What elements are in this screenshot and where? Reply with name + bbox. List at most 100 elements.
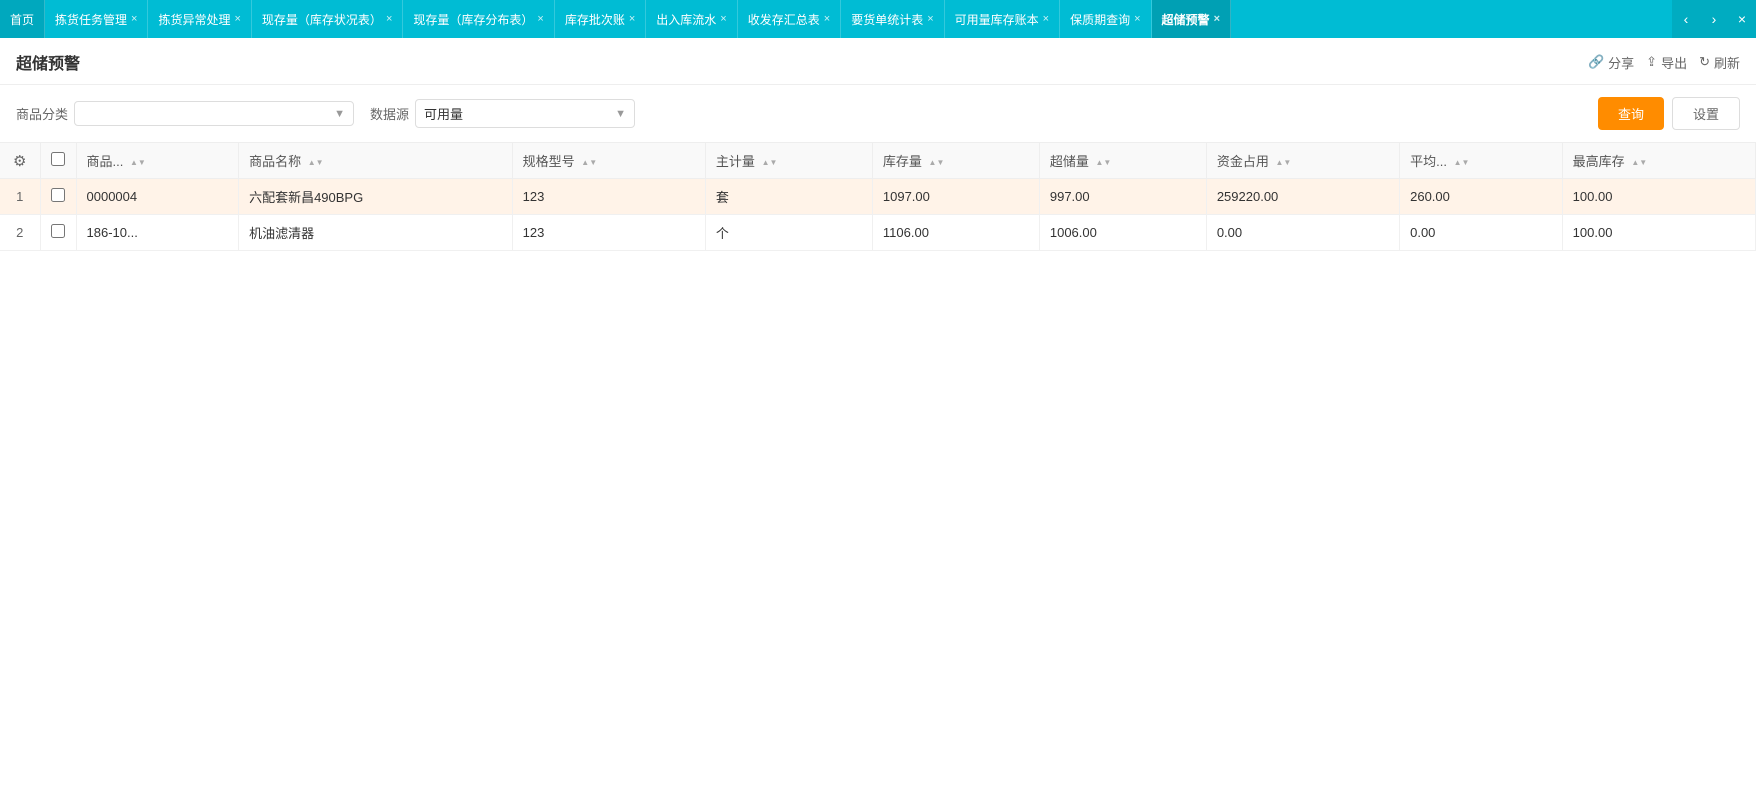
nav-tab-3-close[interactable]: × <box>386 13 392 25</box>
datasource-select-value: 可用量 <box>424 104 609 123</box>
table-row: 1 0000004 六配套新昌490BPG 123 套 1097.00 997.… <box>0 179 1756 215</box>
select-all-checkbox[interactable] <box>51 152 65 166</box>
row-spec: 123 <box>512 215 705 251</box>
sort-icon-5: ▲▼ <box>1096 159 1112 167</box>
page-title: 超储预警 <box>16 50 80 74</box>
top-nav: 首页 拣货任务管理 × 拣货异常处理 × 现存量（库存状况表） × 现存量（库存… <box>0 0 1756 38</box>
nav-tab-6[interactable]: 出入库流水 × <box>646 0 737 38</box>
nav-tab-9-label: 可用量库存账本 <box>955 11 1039 28</box>
sort-icon-0: ▲▼ <box>130 159 146 167</box>
nav-tab-3[interactable]: 现存量（库存状况表） × <box>252 0 403 38</box>
nav-tab-4-label: 现存量（库存分布表） <box>413 11 533 28</box>
nav-tab-11-close[interactable]: × <box>1214 13 1220 25</box>
nav-tab-home[interactable]: 首页 <box>0 0 45 38</box>
sort-icon-7: ▲▼ <box>1454 159 1470 167</box>
nav-tab-5-close[interactable]: × <box>629 13 635 25</box>
sort-icon-4: ▲▼ <box>929 159 945 167</box>
nav-tab-8-close[interactable]: × <box>927 13 933 25</box>
row-product-code: 0000004 <box>76 179 239 215</box>
share-button[interactable]: 🔗 分享 <box>1588 53 1634 72</box>
col-product-code[interactable]: 商品... ▲▼ <box>76 143 239 179</box>
nav-tab-1[interactable]: 拣货任务管理 × <box>45 0 148 38</box>
nav-tab-7-close[interactable]: × <box>824 13 830 25</box>
query-button[interactable]: 查询 <box>1598 97 1664 130</box>
col-stock[interactable]: 库存量 ▲▼ <box>872 143 1039 179</box>
col-max-stock[interactable]: 最高库存 ▲▼ <box>1562 143 1755 179</box>
category-label: 商品分类 <box>16 104 68 123</box>
col-spec[interactable]: 规格型号 ▲▼ <box>512 143 705 179</box>
row-checkbox[interactable] <box>51 224 65 238</box>
nav-arrows: ‹ › × <box>1672 0 1756 38</box>
sort-icon-6: ▲▼ <box>1275 159 1291 167</box>
row-stock: 1097.00 <box>872 179 1039 215</box>
nav-arrow-left[interactable]: ‹ <box>1672 0 1700 38</box>
nav-tab-1-close[interactable]: × <box>131 13 137 25</box>
row-average: 0.00 <box>1400 215 1563 251</box>
category-filter-group: 商品分类 ▼ <box>16 101 354 126</box>
nav-tab-7-label: 收发存汇总表 <box>748 11 820 28</box>
filter-actions: 查询 设置 <box>1598 97 1740 130</box>
nav-tab-home-label: 首页 <box>10 11 34 28</box>
nav-tab-2-label: 拣货异常处理 <box>158 11 230 28</box>
data-table: ⚙ 商品... ▲▼ 商品名称 ▲▼ 规格型号 ▲▼ <box>0 143 1756 251</box>
nav-tab-10[interactable]: 保质期查询 × <box>1060 0 1151 38</box>
settings-button[interactable]: 设置 <box>1672 97 1740 130</box>
refresh-button[interactable]: ↻ 刷新 <box>1699 53 1740 72</box>
sort-icon-3: ▲▼ <box>762 159 778 167</box>
datasource-filter-group: 数据源 可用量 ▼ <box>370 99 635 128</box>
col-unit[interactable]: 主计量 ▲▼ <box>705 143 872 179</box>
row-capital: 0.00 <box>1206 215 1399 251</box>
sort-icon-2: ▲▼ <box>581 159 597 167</box>
nav-tab-11[interactable]: 超储预警 × <box>1152 0 1231 38</box>
row-max-stock: 100.00 <box>1562 215 1755 251</box>
export-button[interactable]: ⇪ 导出 <box>1646 53 1687 72</box>
category-chevron-icon: ▼ <box>334 108 345 120</box>
nav-tab-9[interactable]: 可用量库存账本 × <box>945 0 1060 38</box>
nav-tab-6-close[interactable]: × <box>720 13 726 25</box>
filter-area: 商品分类 ▼ 数据源 可用量 ▼ 查询 设置 <box>0 85 1756 143</box>
nav-arrow-close[interactable]: × <box>1728 0 1756 38</box>
nav-tab-4-close[interactable]: × <box>537 13 543 25</box>
row-average: 260.00 <box>1400 179 1563 215</box>
nav-tab-11-label: 超储预警 <box>1162 11 1210 28</box>
row-spec: 123 <box>512 179 705 215</box>
datasource-chevron-icon: ▼ <box>615 108 626 120</box>
table-gear-header: ⚙ <box>0 143 40 179</box>
sort-icon-1: ▲▼ <box>308 159 324 167</box>
category-select[interactable]: ▼ <box>74 101 354 126</box>
col-overstock[interactable]: 超储量 ▲▼ <box>1039 143 1206 179</box>
nav-tab-5[interactable]: 库存批次账 × <box>555 0 646 38</box>
nav-arrow-right[interactable]: › <box>1700 0 1728 38</box>
col-average[interactable]: 平均... ▲▼ <box>1400 143 1563 179</box>
datasource-select[interactable]: 可用量 ▼ <box>415 99 635 128</box>
row-product-name: 机油滤清器 <box>239 215 513 251</box>
header-actions: 🔗 分享 ⇪ 导出 ↻ 刷新 <box>1588 53 1740 72</box>
nav-tab-7[interactable]: 收发存汇总表 × <box>738 0 841 38</box>
row-checkbox-cell <box>40 179 76 215</box>
nav-tab-8[interactable]: 要货单统计表 × <box>841 0 944 38</box>
row-unit: 个 <box>705 215 872 251</box>
row-unit: 套 <box>705 179 872 215</box>
row-capital: 259220.00 <box>1206 179 1399 215</box>
col-product-name[interactable]: 商品名称 ▲▼ <box>239 143 513 179</box>
row-index: 2 <box>0 215 40 251</box>
nav-tab-4[interactable]: 现存量（库存分布表） × <box>403 0 554 38</box>
col-capital[interactable]: 资金占用 ▲▼ <box>1206 143 1399 179</box>
export-label: 导出 <box>1661 53 1687 72</box>
row-overstock: 1006.00 <box>1039 215 1206 251</box>
nav-tab-5-label: 库存批次账 <box>565 11 625 28</box>
nav-tab-2[interactable]: 拣货异常处理 × <box>148 0 251 38</box>
nav-tab-10-close[interactable]: × <box>1134 13 1140 25</box>
nav-tab-9-close[interactable]: × <box>1043 13 1049 25</box>
share-icon: 🔗 <box>1588 54 1604 70</box>
nav-tab-2-close[interactable]: × <box>234 13 240 25</box>
row-checkbox[interactable] <box>51 188 65 202</box>
row-checkbox-cell <box>40 215 76 251</box>
nav-tab-6-label: 出入库流水 <box>656 11 716 28</box>
refresh-label: 刷新 <box>1714 53 1740 72</box>
gear-icon[interactable]: ⚙ <box>13 153 26 170</box>
share-label: 分享 <box>1608 53 1634 72</box>
sort-icon-8: ▲▼ <box>1631 159 1647 167</box>
table-row: 2 186-10... 机油滤清器 123 个 1106.00 1006.00 … <box>0 215 1756 251</box>
row-product-name: 六配套新昌490BPG <box>239 179 513 215</box>
